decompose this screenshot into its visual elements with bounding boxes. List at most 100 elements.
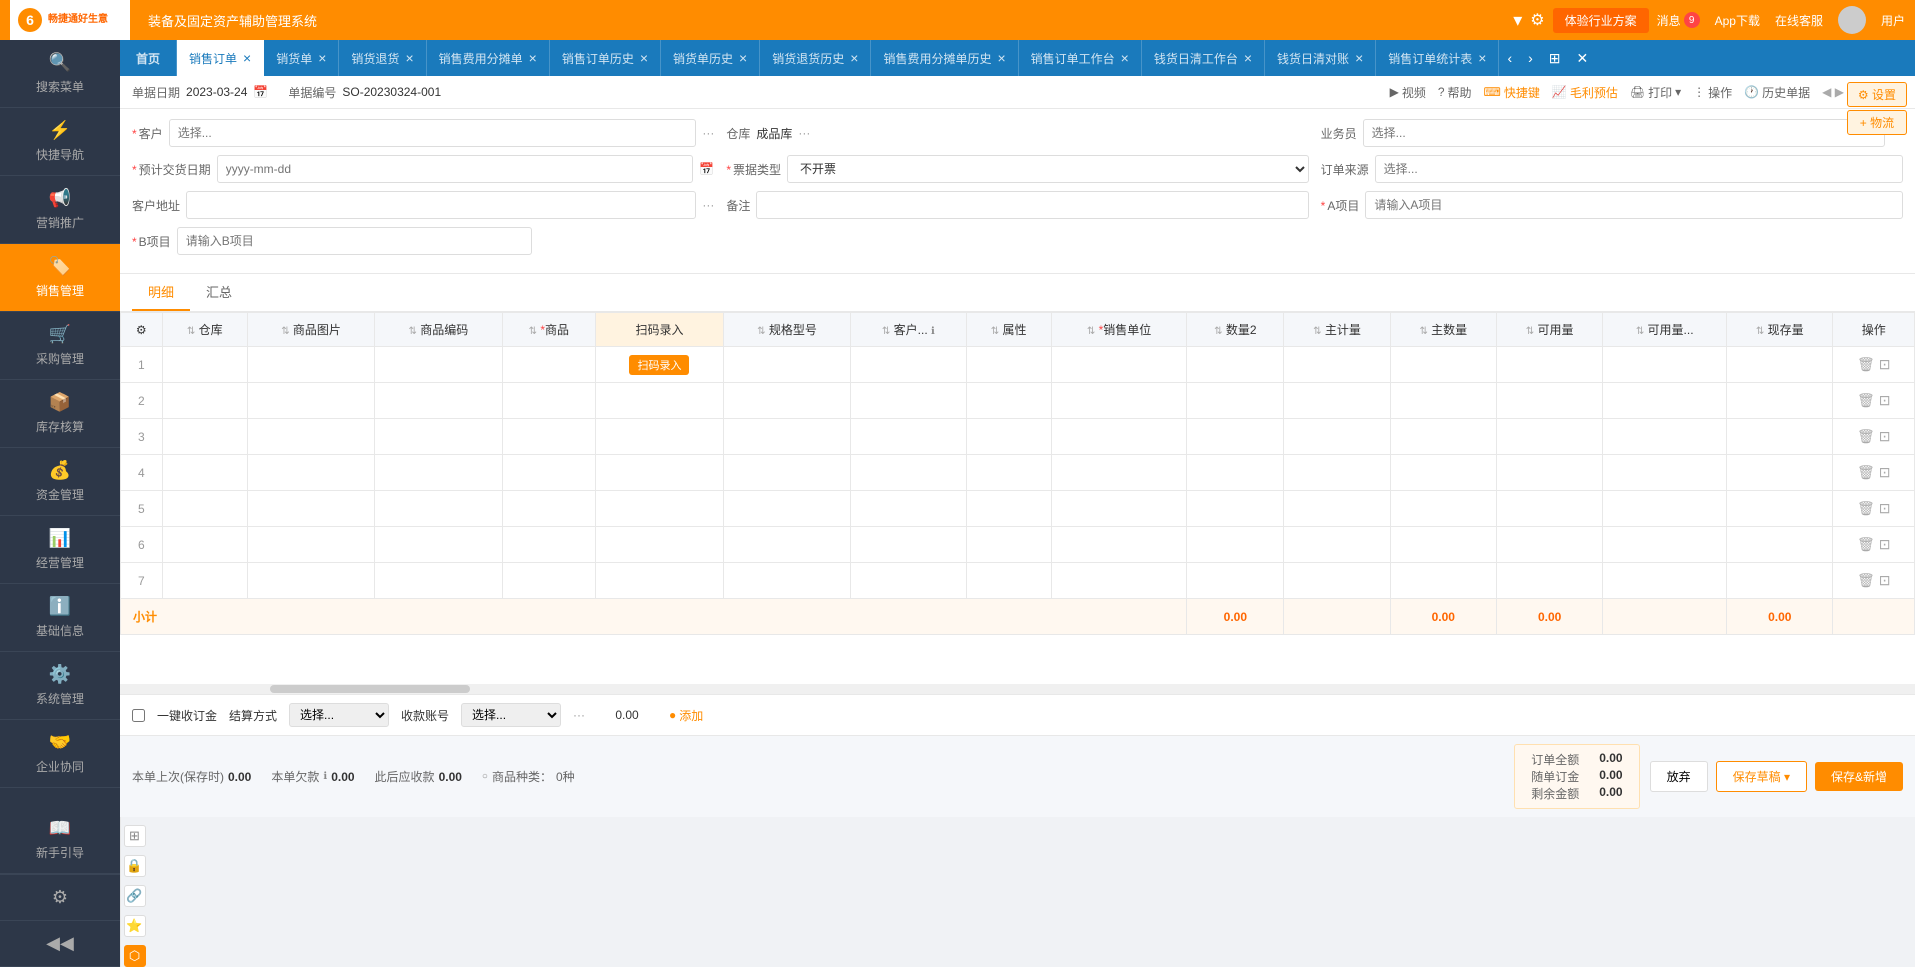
tab-next-btn[interactable]: ›	[1520, 50, 1541, 66]
sidebar-item-system[interactable]: ⚙️ 系统管理	[0, 652, 120, 720]
cell[interactable]	[1390, 491, 1496, 527]
tab-sales-order[interactable]: 销售订单 ×	[177, 40, 264, 76]
cell[interactable]	[1727, 491, 1833, 527]
copy-icon[interactable]: ⊡	[1879, 500, 1891, 517]
copy-icon[interactable]: ⊡	[1879, 464, 1891, 481]
cell[interactable]	[1390, 347, 1496, 383]
cell[interactable]	[247, 563, 374, 599]
tab-more-btn[interactable]: ⊞	[1541, 50, 1569, 67]
sidebar-item-gear[interactable]: ⚙	[0, 874, 120, 921]
cell[interactable]	[1187, 419, 1284, 455]
warehouse-more-btn[interactable]: ···	[798, 126, 810, 140]
cell[interactable]	[1051, 527, 1187, 563]
delivery-calendar-icon[interactable]: 📅	[699, 162, 714, 176]
operation-btn[interactable]: ⋮ 操作	[1693, 84, 1732, 101]
view-btn[interactable]: ▶ 视频	[1390, 84, 1426, 101]
col-main-unit[interactable]: ⇅ 主计量	[1284, 313, 1390, 347]
delete-icon[interactable]: 🗑	[1857, 572, 1875, 589]
copy-icon[interactable]: ⊡	[1879, 536, 1891, 553]
cell[interactable]	[247, 419, 374, 455]
sidebar-item-search[interactable]: 🔍 搜索菜单	[0, 40, 120, 108]
copy-icon[interactable]: ⊡	[1879, 428, 1891, 445]
cell[interactable]	[1051, 419, 1187, 455]
tab-close-all-btn[interactable]: ✕	[1569, 50, 1597, 67]
cell[interactable]	[1496, 347, 1602, 383]
cell[interactable]	[375, 383, 502, 419]
delete-icon[interactable]: 🗑	[1857, 392, 1875, 409]
user-name[interactable]: 用户	[1881, 12, 1905, 29]
cell[interactable]	[1727, 419, 1833, 455]
cell[interactable]	[1496, 527, 1602, 563]
cell[interactable]	[1727, 347, 1833, 383]
cell[interactable]	[502, 527, 596, 563]
cell[interactable]	[966, 383, 1051, 419]
cell[interactable]	[723, 383, 850, 419]
one-click-checkbox[interactable]	[132, 709, 145, 722]
cell[interactable]	[851, 563, 966, 599]
cell[interactable]	[966, 347, 1051, 383]
sidebar-item-purchase[interactable]: 🛒 采购管理	[0, 312, 120, 380]
cell[interactable]	[162, 383, 247, 419]
tab-credit-daily[interactable]: 钱货日清工作台 ×	[1142, 40, 1265, 76]
cell[interactable]	[1187, 455, 1284, 491]
cell[interactable]	[1603, 527, 1727, 563]
cell[interactable]	[966, 491, 1051, 527]
sidebar-item-enterprise[interactable]: 🤝 企业协同	[0, 720, 120, 788]
col-settings[interactable]: ⚙	[121, 313, 163, 347]
delete-icon[interactable]: 🗑	[1857, 464, 1875, 481]
cell[interactable]	[966, 419, 1051, 455]
panel-icon-link[interactable]: 🔗	[124, 885, 146, 907]
customer-more-btn[interactable]: ···	[702, 126, 714, 140]
cell[interactable]	[502, 455, 596, 491]
cell[interactable]	[1496, 383, 1602, 419]
dropdown-arrow[interactable]: ▾	[1513, 10, 1522, 31]
cell[interactable]	[966, 455, 1051, 491]
cell[interactable]	[723, 419, 850, 455]
settings-icon[interactable]: ⚙	[1530, 10, 1544, 30]
help-btn[interactable]: ? 帮助	[1438, 84, 1472, 101]
cell[interactable]	[1187, 491, 1284, 527]
delete-icon[interactable]: 🗑	[1857, 500, 1875, 517]
cell[interactable]	[1284, 419, 1390, 455]
cell[interactable]	[1284, 563, 1390, 599]
cell[interactable]	[723, 527, 850, 563]
cell[interactable]	[502, 419, 596, 455]
tab-home[interactable]: 首页	[120, 40, 177, 76]
cell[interactable]	[1496, 455, 1602, 491]
tab-sales-return[interactable]: 销货退货 ×	[339, 40, 426, 76]
cell[interactable]	[851, 419, 966, 455]
cell[interactable]	[1727, 455, 1833, 491]
add-material-btn[interactable]: + 物流	[1847, 110, 1907, 135]
account-more-btn[interactable]: ···	[573, 708, 585, 722]
sidebar-item-quick-nav[interactable]: ⚡ 快捷导航	[0, 108, 120, 176]
tab-order-history[interactable]: 销售订单历史 ×	[550, 40, 661, 76]
cell[interactable]	[247, 527, 374, 563]
discard-btn[interactable]: 放弃	[1650, 761, 1708, 792]
tab-return-history[interactable]: 销货退货历史 ×	[760, 40, 871, 76]
sidebar-item-finance[interactable]: 💰 资金管理	[0, 448, 120, 516]
col-sales-unit[interactable]: ⇅ *销售单位	[1051, 313, 1187, 347]
cell[interactable]	[1496, 563, 1602, 599]
tab-expense-split[interactable]: 销售费用分摊单 ×	[427, 40, 550, 76]
cell[interactable]	[1390, 563, 1496, 599]
cell[interactable]	[723, 491, 850, 527]
col-main-qty[interactable]: ⇅ 主数量	[1390, 313, 1496, 347]
cell[interactable]	[1187, 383, 1284, 419]
cell[interactable]	[1284, 455, 1390, 491]
method-select[interactable]: 选择...	[289, 703, 389, 727]
account-select[interactable]: 选择...	[461, 703, 561, 727]
sidebar-item-basic[interactable]: ℹ️ 基础信息	[0, 584, 120, 652]
cell[interactable]	[502, 383, 596, 419]
tab-sales-slip[interactable]: 销货单 ×	[264, 40, 339, 76]
cell[interactable]	[1727, 563, 1833, 599]
cell[interactable]	[1390, 527, 1496, 563]
cell[interactable]	[1496, 419, 1602, 455]
cell[interactable]	[247, 491, 374, 527]
cell[interactable]	[723, 563, 850, 599]
cell[interactable]	[723, 455, 850, 491]
cell[interactable]	[375, 347, 502, 383]
ticket-select[interactable]: 不开票	[787, 155, 1309, 183]
cell[interactable]	[1051, 383, 1187, 419]
address-input[interactable]	[186, 191, 696, 219]
col-spec[interactable]: ⇅ 规格型号	[723, 313, 850, 347]
